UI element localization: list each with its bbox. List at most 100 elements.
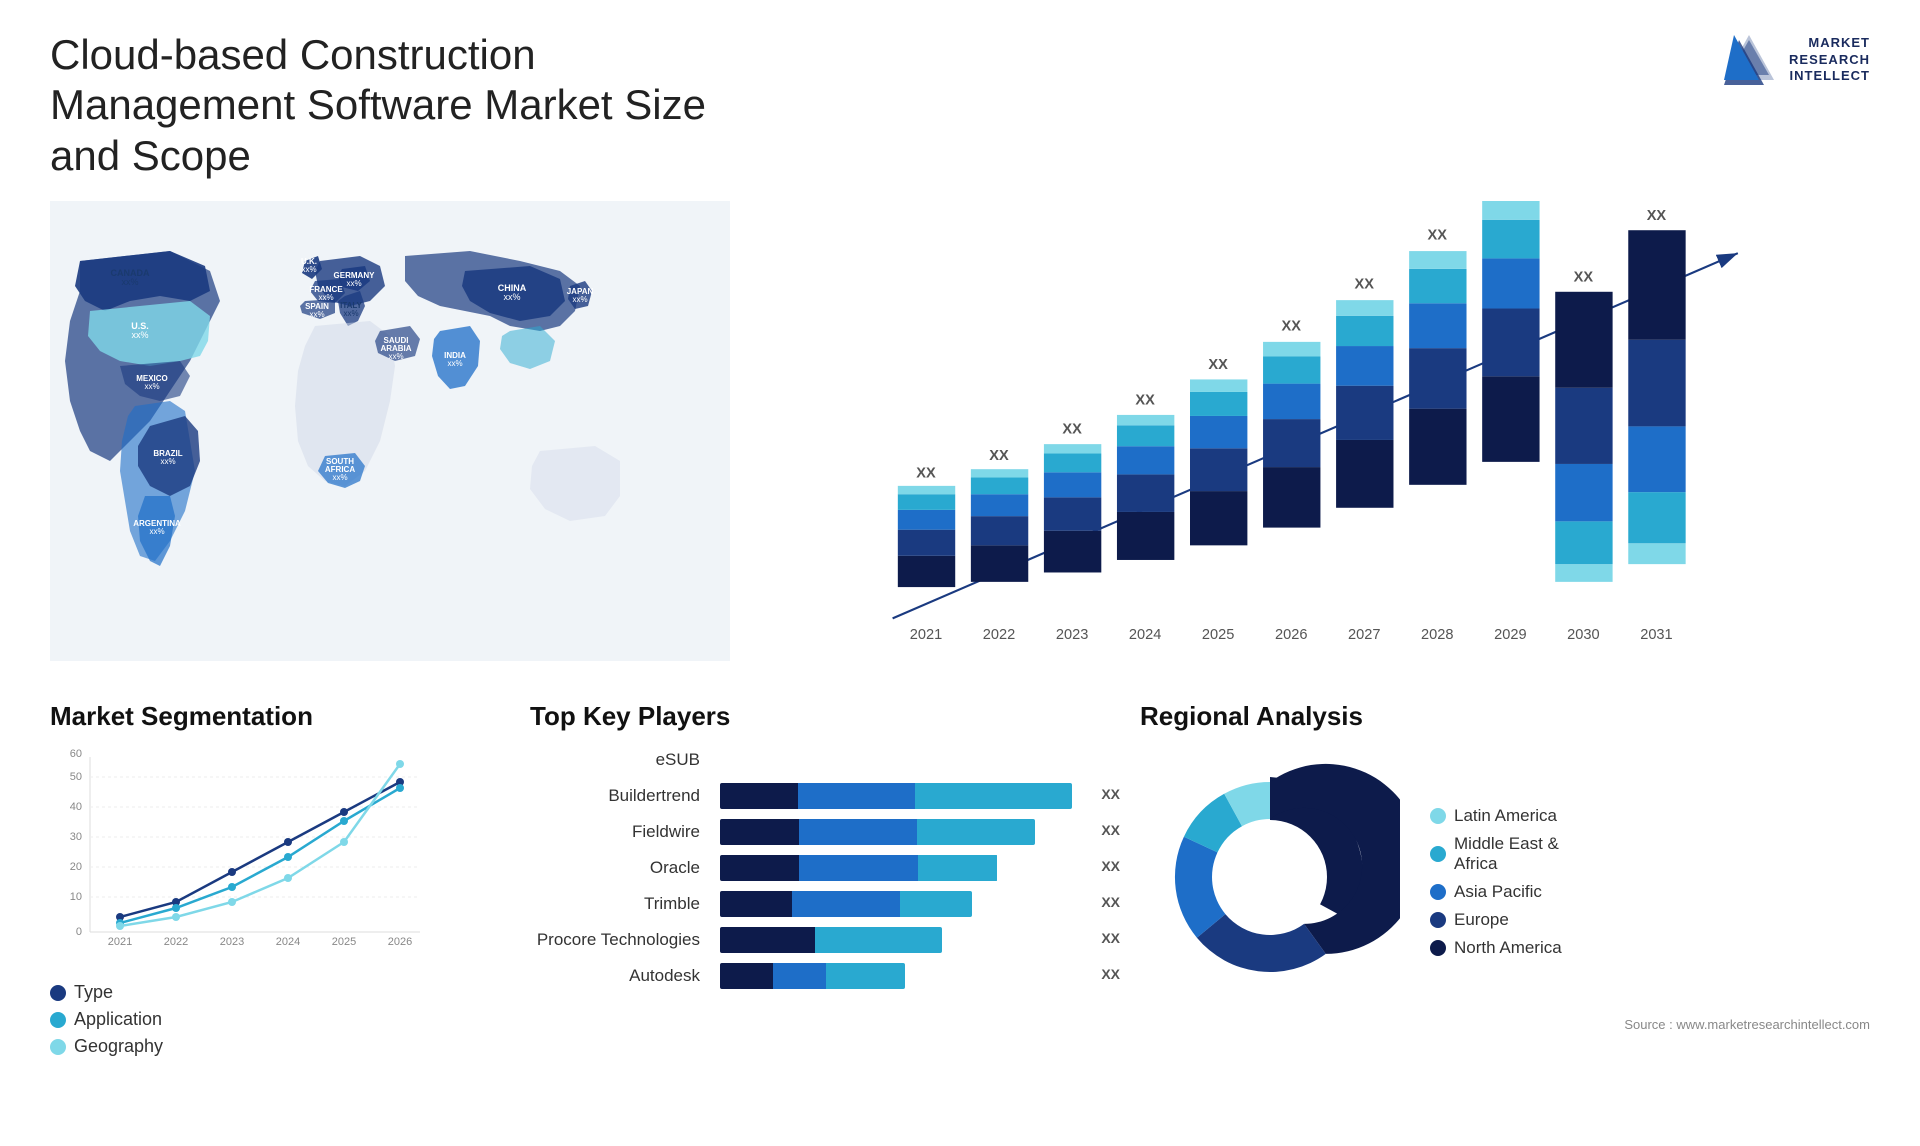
- svg-text:30: 30: [70, 831, 82, 843]
- svg-text:2027: 2027: [1348, 627, 1380, 643]
- svg-text:XX: XX: [1281, 319, 1301, 335]
- bottom-section: Market Segmentation 0 10 20 30 40 50 60: [50, 701, 1870, 1116]
- svg-text:xx%: xx%: [121, 277, 138, 287]
- label-latin-america: Latin America: [1454, 806, 1557, 826]
- svg-text:2023: 2023: [220, 936, 244, 948]
- svg-text:2025: 2025: [1202, 627, 1234, 643]
- svg-text:60: 60: [70, 748, 82, 760]
- player-row-buildertrend: Buildertrend XX: [530, 783, 1090, 809]
- player-name-buildertrend: Buildertrend: [530, 786, 710, 806]
- svg-text:xx%: xx%: [388, 352, 403, 361]
- player-bar-procore: XX: [720, 927, 1090, 953]
- svg-text:2031: 2031: [1640, 627, 1672, 643]
- svg-text:xx%: xx%: [144, 382, 159, 391]
- svg-text:xx%: xx%: [309, 310, 324, 319]
- player-bar-trimble: XX: [720, 891, 1090, 917]
- player-bar-autodesk: XX: [720, 963, 1090, 989]
- svg-text:2029: 2029: [1494, 627, 1526, 643]
- svg-text:xx%: xx%: [343, 309, 358, 318]
- player-name-oracle: Oracle: [530, 858, 710, 878]
- legend-label-geography: Geography: [74, 1036, 163, 1057]
- regional-legend: Latin America Middle East &Africa Asia P…: [1430, 806, 1562, 958]
- svg-text:2026: 2026: [1275, 627, 1307, 643]
- svg-text:50: 50: [70, 771, 82, 783]
- legend-north-america: North America: [1430, 938, 1562, 958]
- svg-text:XX: XX: [1062, 422, 1082, 438]
- label-middle-east: Middle East &Africa: [1454, 834, 1559, 874]
- svg-text:xx%: xx%: [131, 330, 148, 340]
- legend-europe: Europe: [1430, 910, 1562, 930]
- svg-text:xx%: xx%: [447, 359, 462, 368]
- svg-text:2021: 2021: [108, 936, 132, 948]
- player-row-autodesk: Autodesk XX: [530, 963, 1090, 989]
- svg-text:XX: XX: [1355, 277, 1375, 293]
- players-list: eSUB Buildertrend XX: [530, 747, 1090, 989]
- legend-middle-east: Middle East &Africa: [1430, 834, 1562, 874]
- svg-text:0: 0: [76, 926, 82, 938]
- page-title: Cloud-based Construction Management Soft…: [50, 30, 750, 181]
- svg-text:XX: XX: [1428, 228, 1448, 244]
- bar-chart-svg: XX 2021 XX 2022 XX 2023: [750, 201, 1870, 681]
- svg-text:2021: 2021: [910, 627, 942, 643]
- svg-text:2024: 2024: [1129, 627, 1161, 643]
- player-bar-buildertrend: XX: [720, 783, 1090, 809]
- legend-application: Application: [50, 1009, 490, 1030]
- player-name-autodesk: Autodesk: [530, 966, 710, 986]
- regional-title: Regional Analysis: [1140, 701, 1870, 732]
- player-name-esub: eSUB: [530, 750, 710, 770]
- legend-dot-geography: [50, 1039, 66, 1055]
- svg-text:2030: 2030: [1567, 627, 1599, 643]
- svg-text:xx%: xx%: [149, 527, 164, 536]
- market-seg-section: Market Segmentation 0 10 20 30 40 50 60: [50, 701, 490, 1116]
- svg-text:xx%: xx%: [572, 295, 587, 304]
- dot-latin-america: [1430, 808, 1446, 824]
- svg-text:2026: 2026: [388, 936, 412, 948]
- svg-text:xx%: xx%: [301, 265, 316, 274]
- player-row-oracle: Oracle XX: [530, 855, 1090, 881]
- regional-section: Regional Analysis: [1110, 701, 1870, 1116]
- svg-text:2028: 2028: [1421, 627, 1453, 643]
- player-bar-esub: [720, 747, 1090, 773]
- key-players-title: Top Key Players: [530, 701, 1090, 732]
- top-section: CANADA xx% U.S. xx% MEXICO xx% BRAZIL xx…: [50, 201, 1870, 681]
- player-bar-oracle: XX: [720, 855, 1090, 881]
- dot-north-america: [1430, 940, 1446, 956]
- svg-text:xx%: xx%: [160, 457, 175, 466]
- header: Cloud-based Construction Management Soft…: [50, 30, 1870, 181]
- svg-text:2022: 2022: [983, 627, 1015, 643]
- legend-label-type: Type: [74, 982, 113, 1003]
- market-seg-title: Market Segmentation: [50, 701, 490, 732]
- player-row-trimble: Trimble XX: [530, 891, 1090, 917]
- seg-chart-svg: 0 10 20 30 40 50 60 2021 2022 2023 2024 …: [50, 747, 430, 967]
- legend-dot-application: [50, 1012, 66, 1028]
- svg-text:XX: XX: [989, 448, 1009, 464]
- svg-text:XX: XX: [1574, 270, 1594, 286]
- world-map-svg: CANADA xx% U.S. xx% MEXICO xx% BRAZIL xx…: [50, 201, 730, 661]
- svg-text:2024: 2024: [276, 936, 300, 948]
- player-row-fieldwire: Fieldwire XX: [530, 819, 1090, 845]
- dot-asia-pacific: [1430, 884, 1446, 900]
- player-name-procore: Procore Technologies: [530, 930, 710, 950]
- svg-text:XX: XX: [1647, 208, 1667, 224]
- label-asia-pacific: Asia Pacific: [1454, 882, 1542, 902]
- logo-text: MARKETRESEARCHINTELLECT: [1789, 35, 1870, 86]
- legend-type: Type: [50, 982, 490, 1003]
- bar-chart-section: XX 2021 XX 2022 XX 2023: [750, 201, 1870, 681]
- legend-label-application: Application: [74, 1009, 162, 1030]
- svg-text:20: 20: [70, 861, 82, 873]
- svg-text:xx%: xx%: [503, 292, 520, 302]
- svg-text:2022: 2022: [164, 936, 188, 948]
- player-name-fieldwire: Fieldwire: [530, 822, 710, 842]
- legend-asia-pacific: Asia Pacific: [1430, 882, 1562, 902]
- svg-text:40: 40: [70, 801, 82, 813]
- label-europe: Europe: [1454, 910, 1509, 930]
- svg-text:xx%: xx%: [318, 293, 333, 302]
- legend-geography: Geography: [50, 1036, 490, 1057]
- seg-legend: Type Application Geography: [50, 982, 490, 1057]
- dot-middle-east: [1430, 846, 1446, 862]
- dot-europe: [1430, 912, 1446, 928]
- svg-text:xx%: xx%: [346, 279, 361, 288]
- player-bar-fieldwire: XX: [720, 819, 1090, 845]
- legend-latin-america: Latin America: [1430, 806, 1562, 826]
- svg-text:10: 10: [70, 891, 82, 903]
